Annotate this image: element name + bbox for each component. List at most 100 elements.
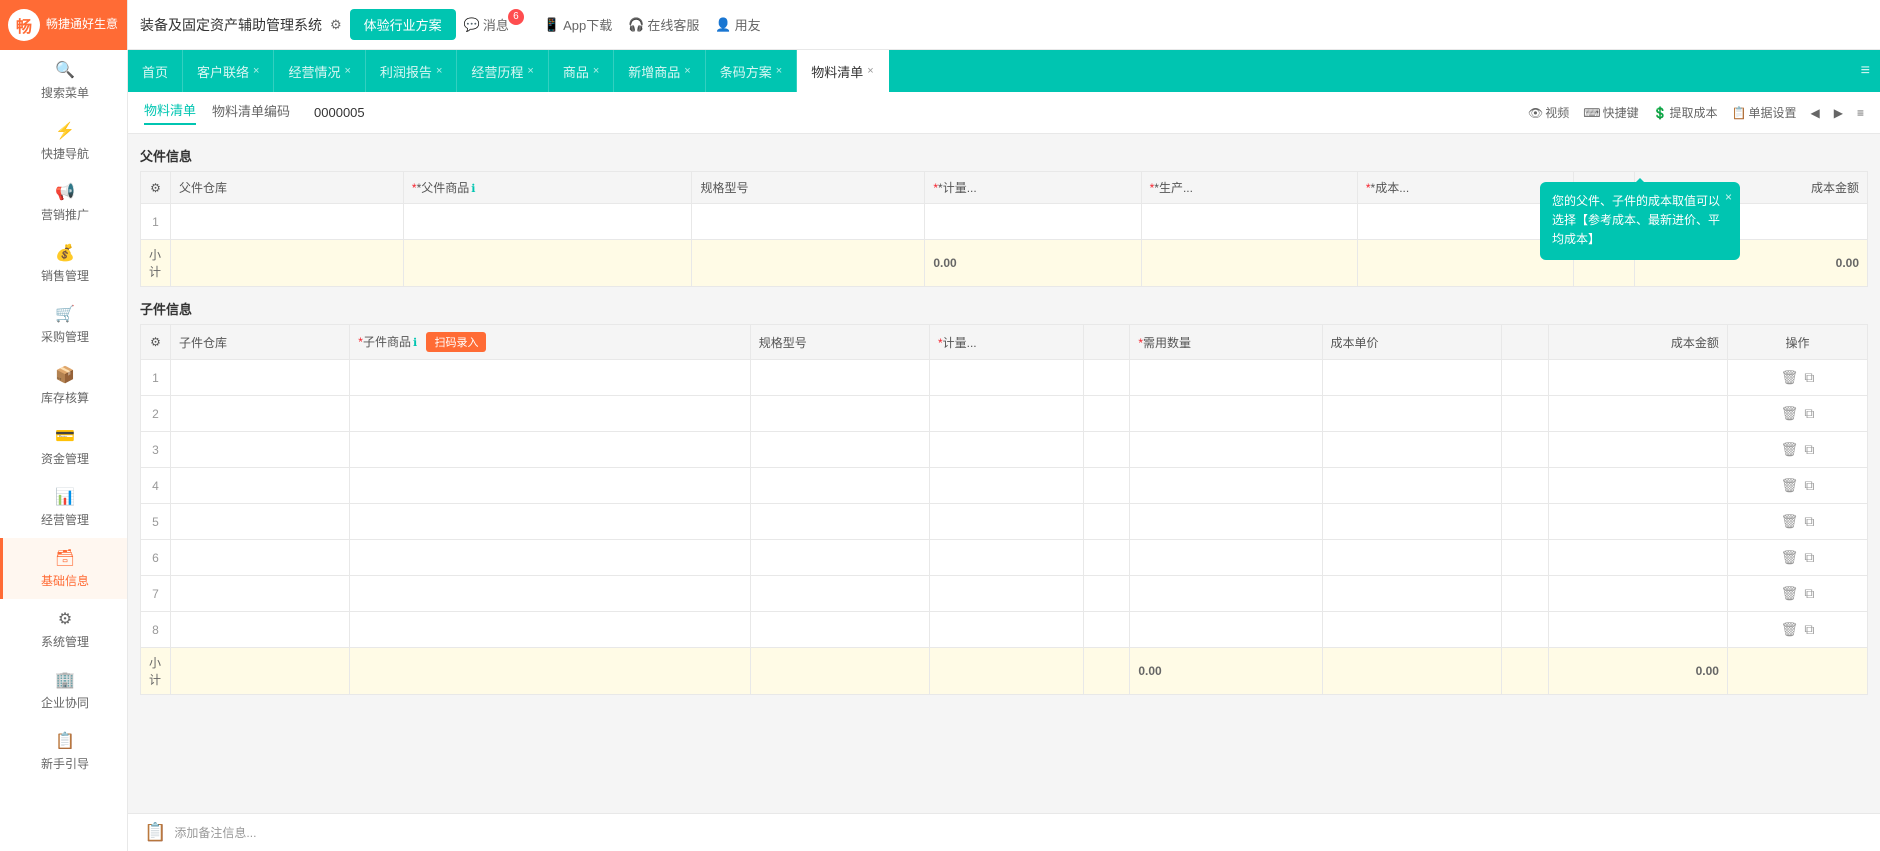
parent-th-settings[interactable]: ⚙ [141, 172, 171, 204]
shortcut-action[interactable]: ⌨ 快捷键 [1583, 104, 1638, 121]
child-unit-cell[interactable] [929, 504, 1083, 540]
tab-barcode-close[interactable]: × [776, 65, 782, 77]
tab-profit-close[interactable]: × [436, 65, 442, 77]
copy-icon[interactable]: ⧉ [1804, 621, 1814, 638]
parent-spec-cell[interactable] [692, 204, 925, 240]
child-product-cell[interactable] [350, 612, 750, 648]
child-unit-cell[interactable] [929, 468, 1083, 504]
sidebar-item-guide[interactable]: 📋 新手引导 [0, 721, 127, 782]
delete-icon[interactable]: 🗑 [1781, 441, 1799, 458]
child-warehouse-cell[interactable] [171, 504, 350, 540]
child-unit-cell[interactable] [929, 576, 1083, 612]
child-unit-cell[interactable] [929, 612, 1083, 648]
child-spec-cell[interactable] [750, 360, 929, 396]
child-qty-cell[interactable] [1130, 432, 1322, 468]
child-warehouse-cell[interactable] [171, 360, 350, 396]
child-unit-price-cell[interactable] [1322, 432, 1501, 468]
child-unit-price-cell[interactable] [1322, 612, 1501, 648]
tab-history-close[interactable]: × [527, 65, 533, 77]
copy-icon[interactable]: ⧉ [1804, 405, 1814, 422]
copy-icon[interactable]: ⧉ [1804, 369, 1814, 386]
child-product-cell[interactable] [350, 360, 750, 396]
child-product-cell[interactable] [350, 540, 750, 576]
settings-icon[interactable]: ⚙ [330, 17, 342, 33]
tab-products-close[interactable]: × [593, 65, 599, 77]
tab-home[interactable]: 首页 [128, 50, 183, 92]
tab-bom-close[interactable]: × [867, 65, 873, 77]
child-warehouse-cell[interactable] [171, 468, 350, 504]
copy-icon[interactable]: ⧉ [1804, 513, 1814, 530]
child-qty-cell[interactable] [1130, 396, 1322, 432]
child-spec-cell[interactable] [750, 576, 929, 612]
child-unit-price-cell[interactable] [1322, 504, 1501, 540]
child-qty-cell[interactable] [1130, 504, 1322, 540]
delete-icon[interactable]: 🗑 [1781, 477, 1799, 494]
nav-next[interactable]: ▶ [1834, 106, 1843, 120]
child-unit-price-cell[interactable] [1322, 360, 1501, 396]
child-unit-cell[interactable] [929, 432, 1083, 468]
child-spec-cell[interactable] [750, 432, 929, 468]
sidebar-item-quick-nav[interactable]: ⚡ 快捷导航 [0, 111, 127, 172]
child-unit-price-cell[interactable] [1322, 468, 1501, 504]
sidebar-item-marketing[interactable]: 📢 营销推广 [0, 172, 127, 233]
tab-operations[interactable]: 经营情况 × [274, 50, 365, 92]
message-btn[interactable]: 💬 消息 6 [464, 15, 528, 34]
child-qty-cell[interactable] [1130, 468, 1322, 504]
tab-barcode[interactable]: 条码方案 × [706, 50, 797, 92]
tab-new-products-close[interactable]: × [684, 65, 690, 77]
sidebar-item-operations[interactable]: 📊 经营管理 [0, 477, 127, 538]
parent-product-cell[interactable] [403, 204, 692, 240]
sidebar-item-enterprise[interactable]: 🏢 企业协同 [0, 660, 127, 721]
delete-icon[interactable]: 🗑 [1781, 549, 1799, 566]
child-unit-cell[interactable] [929, 360, 1083, 396]
child-unit-price-cell[interactable] [1322, 540, 1501, 576]
online-service-btn[interactable]: 🎧 在线客服 [628, 15, 699, 34]
delete-icon[interactable]: 🗑 [1781, 585, 1799, 602]
child-unit-price-cell[interactable] [1322, 576, 1501, 612]
copy-icon[interactable]: ⧉ [1804, 585, 1814, 602]
cost-action[interactable]: 💲 提取成本 [1653, 104, 1718, 121]
child-warehouse-cell[interactable] [171, 432, 350, 468]
sidebar-item-purchase[interactable]: 🛒 采购管理 [0, 294, 127, 355]
tab-products[interactable]: 商品 × [549, 50, 614, 92]
child-spec-cell[interactable] [750, 396, 929, 432]
sub-tab-bom-list[interactable]: 物料清单 [144, 100, 196, 125]
sidebar-item-basic-info[interactable]: 🗃 基础信息 [0, 538, 127, 599]
parent-unit-cell[interactable] [925, 204, 1141, 240]
user-avatar[interactable]: 👤 用友 [715, 15, 760, 34]
child-qty-cell[interactable] [1130, 360, 1322, 396]
copy-icon[interactable]: ⧉ [1804, 549, 1814, 566]
child-warehouse-cell[interactable] [171, 540, 350, 576]
copy-icon[interactable]: ⧉ [1804, 477, 1814, 494]
child-product-cell[interactable] [350, 468, 750, 504]
copy-icon[interactable]: ⧉ [1804, 441, 1814, 458]
sidebar-item-inventory[interactable]: 📦 库存核算 [0, 355, 127, 416]
parent-warehouse-cell[interactable] [171, 204, 404, 240]
close-all-tabs[interactable]: ≡ [1851, 50, 1880, 92]
child-warehouse-cell[interactable] [171, 396, 350, 432]
tooltip-close[interactable]: × [1725, 188, 1732, 207]
child-product-cell[interactable] [350, 432, 750, 468]
delete-icon[interactable]: 🗑 [1781, 621, 1799, 638]
child-warehouse-cell[interactable] [171, 576, 350, 612]
tab-new-products[interactable]: 新增商品 × [614, 50, 705, 92]
child-product-cell[interactable] [350, 504, 750, 540]
child-warehouse-cell[interactable] [171, 612, 350, 648]
child-product-cell[interactable] [350, 396, 750, 432]
sidebar-item-system[interactable]: ⚙ 系统管理 [0, 599, 127, 660]
child-unit-cell[interactable] [929, 540, 1083, 576]
child-spec-cell[interactable] [750, 504, 929, 540]
child-unit-cell[interactable] [929, 396, 1083, 432]
parent-produce-cell[interactable] [1141, 204, 1357, 240]
tab-history[interactable]: 经营历程 × [457, 50, 548, 92]
sidebar-item-search[interactable]: 🔍 搜索菜单 [0, 50, 127, 111]
delete-icon[interactable]: 🗑 [1781, 405, 1799, 422]
tab-customers[interactable]: 客户联络 × [183, 50, 274, 92]
child-spec-cell[interactable] [750, 612, 929, 648]
sidebar-item-finance[interactable]: 💳 资金管理 [0, 416, 127, 477]
child-qty-cell[interactable] [1130, 612, 1322, 648]
child-spec-cell[interactable] [750, 468, 929, 504]
expand-icon[interactable]: ≡ [1857, 106, 1864, 120]
delete-icon[interactable]: 🗑 [1781, 369, 1799, 386]
tab-bom[interactable]: 物料清单 × [797, 50, 888, 92]
